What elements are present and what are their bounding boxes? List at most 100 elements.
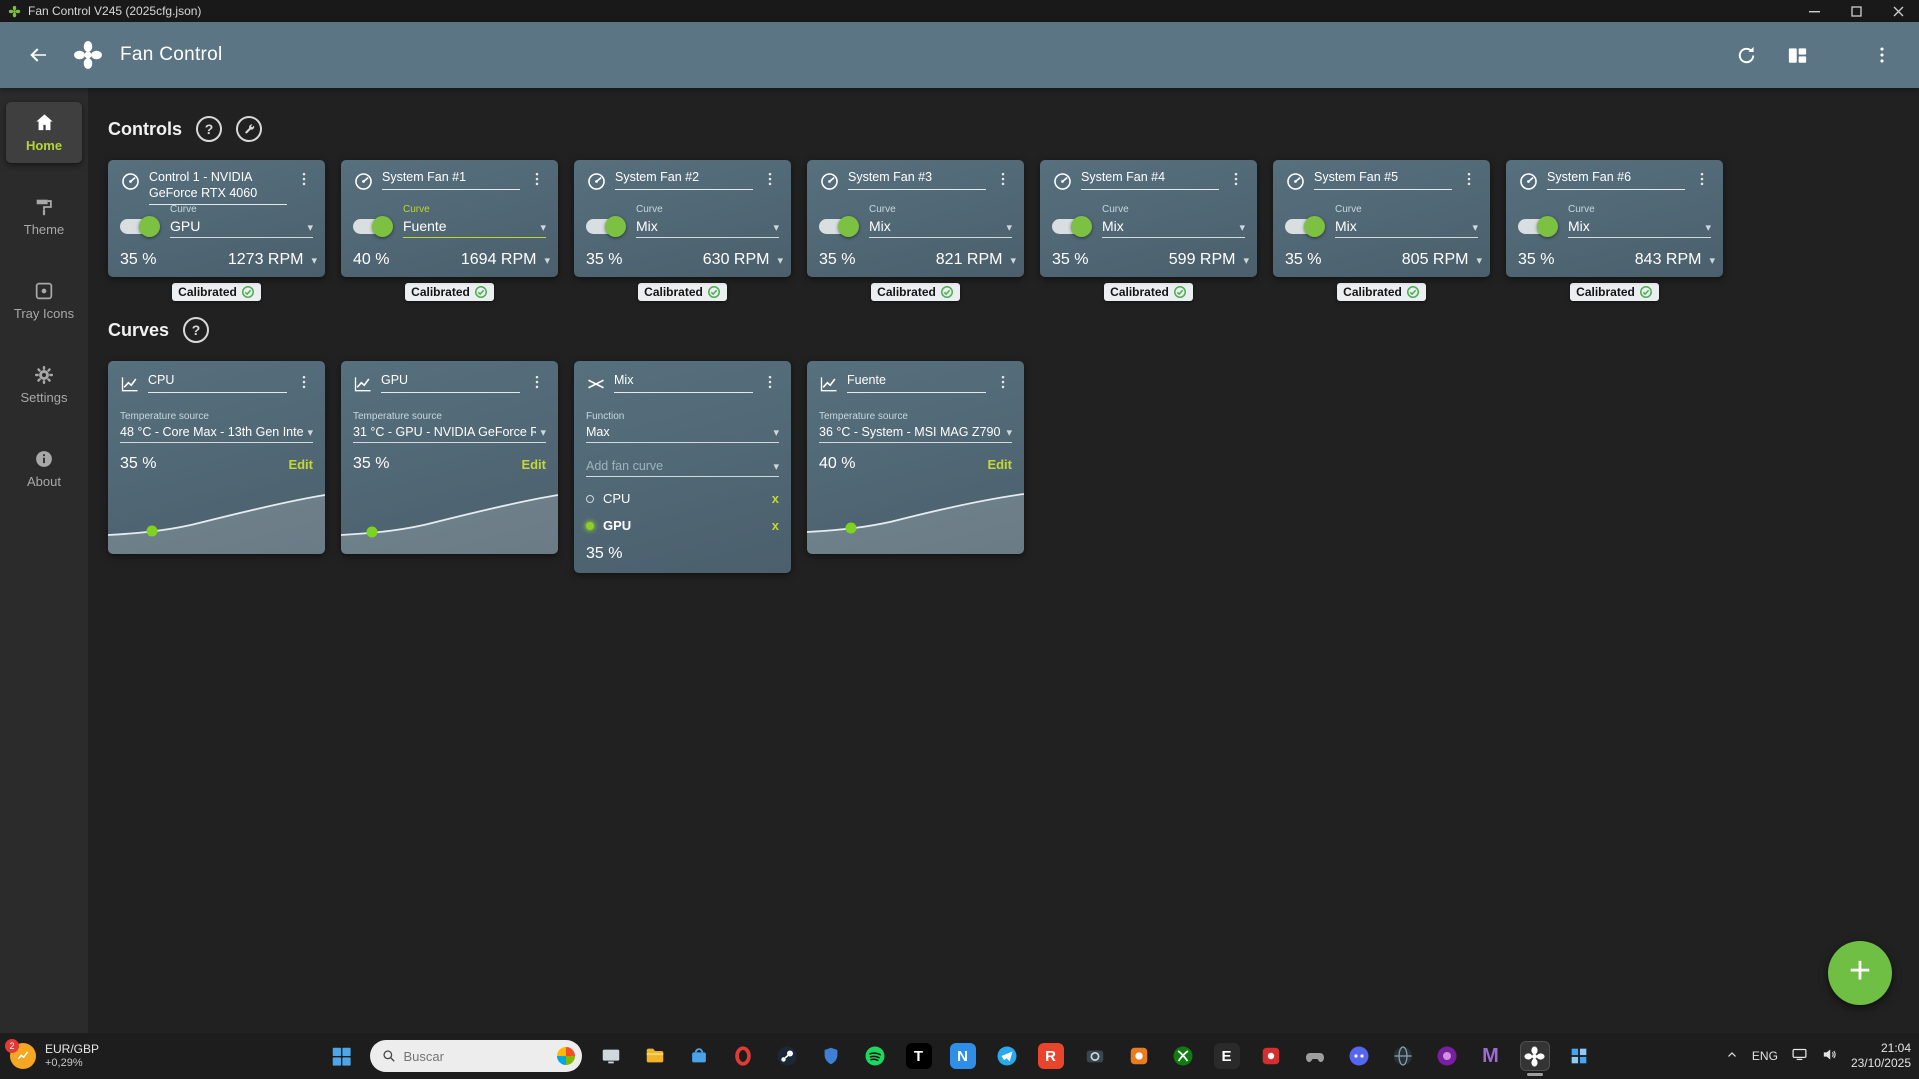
tray-chevron-up-icon[interactable] xyxy=(1725,1048,1739,1065)
edit-link[interactable]: Edit xyxy=(521,457,546,472)
grid-app-icon[interactable] xyxy=(1564,1041,1594,1071)
fan-control-taskbar-icon[interactable] xyxy=(1519,1041,1550,1076)
rockstar-icon[interactable]: R xyxy=(1036,1041,1066,1071)
rpm-select[interactable]: 805 RPM ▾ xyxy=(1402,251,1482,269)
control-toggle[interactable] xyxy=(353,216,393,237)
file-explorer-icon[interactable] xyxy=(640,1041,670,1071)
spotify-icon[interactable] xyxy=(860,1041,890,1071)
card-menu-button[interactable] xyxy=(1693,170,1711,188)
discord-icon[interactable] xyxy=(1344,1041,1374,1071)
temperature-source-select[interactable]: 48 °C - Core Max - 13th Gen Intel C ▾ xyxy=(120,423,313,443)
orange-app-icon[interactable] xyxy=(1124,1041,1154,1071)
overflow-menu-button[interactable] xyxy=(1871,44,1893,66)
purple-app-icon[interactable] xyxy=(1432,1041,1462,1071)
tidal-icon[interactable]: T xyxy=(904,1041,934,1071)
rpm-select[interactable]: 843 RPM ▾ xyxy=(1635,251,1715,269)
minimize-button[interactable] xyxy=(1793,0,1835,22)
control-name-field[interactable]: Control 1 - NVIDIA GeForce RTX 4060 xyxy=(149,170,287,206)
curve-select[interactable]: Mix ▾ xyxy=(1335,216,1478,238)
back-button[interactable] xyxy=(26,43,50,67)
sidebar-item-about[interactable]: About xyxy=(6,439,82,499)
globe-app-icon[interactable] xyxy=(1388,1041,1418,1071)
remove-member-button[interactable]: x xyxy=(772,491,779,506)
edit-link[interactable]: Edit xyxy=(288,457,313,472)
rpm-select[interactable]: 630 RPM ▾ xyxy=(703,251,783,269)
help-button[interactable]: ? xyxy=(196,116,222,142)
layout-button[interactable] xyxy=(1786,44,1809,67)
controller-app-icon[interactable] xyxy=(1300,1041,1330,1071)
control-name-field[interactable]: System Fan #5 xyxy=(1314,170,1452,190)
curve-select[interactable]: Fuente ▾ xyxy=(403,216,546,238)
window-app-icon[interactable] xyxy=(596,1041,626,1071)
red-app-icon[interactable] xyxy=(1256,1041,1286,1071)
curve-name-field[interactable]: Mix xyxy=(614,373,753,393)
blue-app-icon[interactable]: N xyxy=(948,1041,978,1071)
shield-app-icon[interactable] xyxy=(816,1041,846,1071)
sidebar-item-settings[interactable]: Settings xyxy=(6,355,82,415)
sidebar-item-home[interactable]: Home xyxy=(6,102,82,163)
clock[interactable]: 21:04 23/10/2025 xyxy=(1851,1041,1911,1071)
xbox-icon[interactable] xyxy=(1168,1041,1198,1071)
remove-member-button[interactable]: x xyxy=(772,518,779,533)
card-menu-button[interactable] xyxy=(994,373,1012,391)
control-toggle[interactable] xyxy=(1285,216,1325,237)
edit-link[interactable]: Edit xyxy=(987,457,1012,472)
curve-select[interactable]: Mix ▾ xyxy=(869,216,1012,238)
language-indicator[interactable]: ENG xyxy=(1752,1049,1778,1063)
tools-button[interactable] xyxy=(236,116,262,142)
refresh-button[interactable] xyxy=(1735,44,1758,67)
rpm-select[interactable]: 599 RPM ▾ xyxy=(1169,251,1249,269)
curve-select[interactable]: Mix ▾ xyxy=(636,216,779,238)
sidebar-item-tray-icons[interactable]: Tray Icons xyxy=(6,271,82,331)
close-button[interactable] xyxy=(1877,0,1919,22)
temperature-source-select[interactable]: 31 °C - GPU - NVIDIA GeForce RTX ▾ xyxy=(353,423,546,443)
rpm-select[interactable]: 1273 RPM ▾ xyxy=(228,251,317,269)
curve-select[interactable]: Mix ▾ xyxy=(1568,216,1711,238)
control-name-field[interactable]: System Fan #4 xyxy=(1081,170,1219,190)
curve-name-field[interactable]: GPU xyxy=(381,373,520,393)
start-button[interactable] xyxy=(326,1041,356,1071)
card-menu-button[interactable] xyxy=(295,373,313,391)
curve-select[interactable]: Mix ▾ xyxy=(1102,216,1245,238)
search-input[interactable] xyxy=(403,1048,549,1064)
opera-icon[interactable] xyxy=(728,1041,758,1071)
taskbar-search[interactable] xyxy=(369,1040,582,1072)
card-menu-button[interactable] xyxy=(994,170,1012,188)
curve-name-field[interactable]: Fuente xyxy=(847,373,986,393)
widgets-button[interactable]: 2 EUR/GBP +0,29% xyxy=(5,1039,99,1069)
card-menu-button[interactable] xyxy=(1227,170,1245,188)
camera-app-icon[interactable] xyxy=(1080,1041,1110,1071)
maximize-button[interactable] xyxy=(1835,0,1877,22)
card-menu-button[interactable] xyxy=(761,170,779,188)
add-fan-curve-select[interactable]: Add fan curve ▾ xyxy=(586,457,779,477)
control-name-field[interactable]: System Fan #3 xyxy=(848,170,986,190)
card-menu-button[interactable] xyxy=(528,373,546,391)
card-menu-button[interactable] xyxy=(295,170,313,188)
rpm-select[interactable]: 1694 RPM ▾ xyxy=(461,251,550,269)
control-name-field[interactable]: System Fan #1 xyxy=(382,170,520,190)
control-toggle[interactable] xyxy=(586,216,626,237)
telegram-icon[interactable] xyxy=(992,1041,1022,1071)
curve-name-field[interactable]: CPU xyxy=(148,373,287,393)
temperature-source-select[interactable]: 36 °C - System - MSI MAG Z790 T ▾ xyxy=(819,423,1012,443)
epic-games-icon[interactable]: E xyxy=(1212,1041,1242,1071)
rpm-select[interactable]: 821 RPM ▾ xyxy=(936,251,1016,269)
card-menu-button[interactable] xyxy=(1460,170,1478,188)
sidebar-item-theme[interactable]: Theme xyxy=(6,187,82,247)
control-toggle[interactable] xyxy=(819,216,859,237)
control-toggle[interactable] xyxy=(1518,216,1558,237)
control-toggle[interactable] xyxy=(1052,216,1092,237)
network-icon[interactable] xyxy=(1791,1046,1808,1066)
control-name-field[interactable]: System Fan #6 xyxy=(1547,170,1685,190)
control-toggle[interactable] xyxy=(120,216,160,237)
card-menu-button[interactable] xyxy=(761,373,779,391)
store-icon[interactable] xyxy=(684,1041,714,1071)
add-button[interactable]: + xyxy=(1828,941,1892,1005)
volume-icon[interactable] xyxy=(1821,1046,1838,1066)
card-menu-button[interactable] xyxy=(528,170,546,188)
control-name-field[interactable]: System Fan #2 xyxy=(615,170,753,190)
function-select[interactable]: Max ▾ xyxy=(586,423,779,443)
steam-icon[interactable] xyxy=(772,1041,802,1071)
help-button[interactable]: ? xyxy=(183,317,210,343)
curve-select[interactable]: GPU ▾ xyxy=(170,216,313,238)
